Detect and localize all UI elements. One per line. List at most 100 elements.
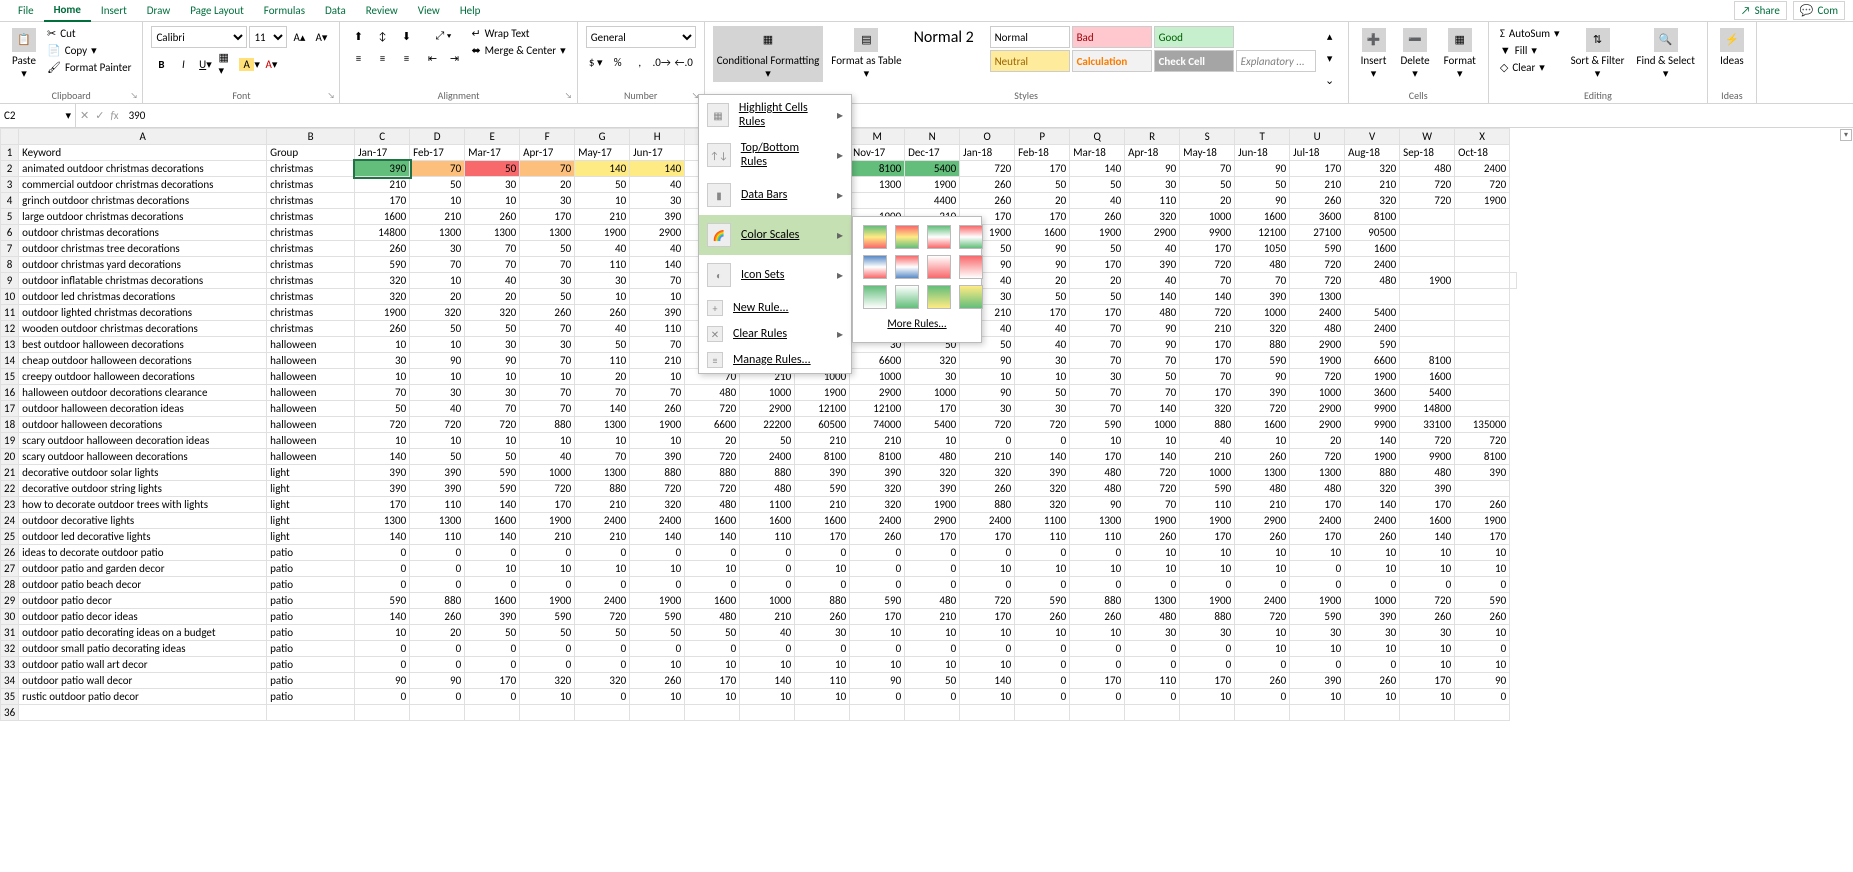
cell-G10[interactable]: 10	[575, 289, 630, 305]
row-header-30[interactable]: 30	[1, 609, 19, 625]
cell-E30[interactable]: 390	[465, 609, 520, 625]
cell-U28[interactable]: 0	[1290, 577, 1345, 593]
cell-T31[interactable]: 10	[1235, 625, 1290, 641]
cell-N16[interactable]: 1000	[905, 385, 960, 401]
cell-X32[interactable]: 0	[1455, 641, 1510, 657]
cell-J22[interactable]: 480	[740, 481, 795, 497]
cell-P6[interactable]: 1600	[1015, 225, 1070, 241]
cell-B7[interactable]: christmas	[267, 241, 355, 257]
cell-D15[interactable]: 10	[410, 369, 465, 385]
row-header-20[interactable]: 20	[1, 449, 19, 465]
cell-N18[interactable]: 5400	[905, 417, 960, 433]
col-header-O[interactable]: O	[960, 129, 1015, 145]
cell-R16[interactable]: 70	[1125, 385, 1180, 401]
cell-P18[interactable]: 720	[1015, 417, 1070, 433]
cell-W15[interactable]: 1600	[1400, 369, 1455, 385]
cell-A31[interactable]: outdoor patio decorating ideas on a budg…	[19, 625, 267, 641]
cell-B1[interactable]: Group▾	[267, 145, 355, 161]
cell-Q17[interactable]: 70	[1070, 401, 1125, 417]
cell-U33[interactable]: 0	[1290, 657, 1345, 673]
merge-center-button[interactable]: ⬌ Merge & Center ▾	[468, 43, 568, 58]
cell-G23[interactable]: 210	[575, 497, 630, 513]
cell-X31[interactable]: 10	[1455, 625, 1510, 641]
cell-G2[interactable]: 140	[575, 161, 630, 177]
font-size-select[interactable]: 11	[249, 26, 287, 48]
cell-G14[interactable]: 110	[575, 353, 630, 369]
cell-V27[interactable]: 10	[1345, 561, 1400, 577]
cell-S28[interactable]: 0	[1180, 577, 1235, 593]
cell-C34[interactable]: 90	[355, 673, 410, 689]
cell-F23[interactable]: 170	[520, 497, 575, 513]
cell-J35[interactable]: 10	[740, 689, 795, 705]
cell-Q15[interactable]: 30	[1070, 369, 1125, 385]
cell-B24[interactable]: light	[267, 513, 355, 529]
comma-format[interactable]: ,	[630, 52, 650, 72]
cell-B19[interactable]: halloween	[267, 433, 355, 449]
cell-B27[interactable]: patio	[267, 561, 355, 577]
cell-A1[interactable]: Keyword▾	[19, 145, 267, 161]
cell-H33[interactable]: 10	[630, 657, 685, 673]
menu-clear-rules[interactable]: ✕Clear Rules▸	[699, 321, 851, 347]
format-cells-button[interactable]: ▦Format ▾	[1440, 26, 1480, 82]
cell-P24[interactable]: 1100	[1015, 513, 1070, 529]
cell-O4[interactable]: 260	[960, 193, 1015, 209]
cell-J32[interactable]: 0	[740, 641, 795, 657]
cell-G15[interactable]: 20	[575, 369, 630, 385]
cell-C28[interactable]: 0	[355, 577, 410, 593]
cell-S26[interactable]: 10	[1180, 545, 1235, 561]
cell-S33[interactable]: 0	[1180, 657, 1235, 673]
cell-T21[interactable]: 1300	[1235, 465, 1290, 481]
cell-E32[interactable]: 0	[465, 641, 520, 657]
row-header-11[interactable]: 11	[1, 305, 19, 321]
cell-N2[interactable]: 5400	[905, 161, 960, 177]
cell-R32[interactable]: 0	[1125, 641, 1180, 657]
cell-P19[interactable]: 0	[1015, 433, 1070, 449]
style-normal2[interactable]: Normal 2	[910, 26, 986, 48]
cell-E8[interactable]: 70	[465, 257, 520, 273]
cell-S25[interactable]: 170	[1180, 529, 1235, 545]
cell-F1[interactable]: Apr-17▾	[520, 145, 575, 161]
cell-Q23[interactable]: 90	[1070, 497, 1125, 513]
cell-F11[interactable]: 260	[520, 305, 575, 321]
cell-B28[interactable]: patio	[267, 577, 355, 593]
cell-A8[interactable]: outdoor christmas yard decorations	[19, 257, 267, 273]
cell-M2[interactable]: 8100	[850, 161, 905, 177]
cell-T9[interactable]: 70	[1235, 273, 1290, 289]
cell-D29[interactable]: 880	[410, 593, 465, 609]
cell-J31[interactable]: 40	[740, 625, 795, 641]
color-scale-rw[interactable]	[959, 255, 983, 279]
cell-X9[interactable]	[1455, 273, 1510, 289]
cell-L23[interactable]: 210	[795, 497, 850, 513]
cell-D8[interactable]: 70	[410, 257, 465, 273]
cell-N34[interactable]: 50	[905, 673, 960, 689]
cell-P9[interactable]: 20	[1015, 273, 1070, 289]
menu-manage-rules[interactable]: ≡Manage Rules...	[699, 347, 851, 373]
cell-T35[interactable]: 0	[1235, 689, 1290, 705]
cell-M30[interactable]: 170	[850, 609, 905, 625]
cell-P29[interactable]: 590	[1015, 593, 1070, 609]
cell-U24[interactable]: 2400	[1290, 513, 1345, 529]
cell-E16[interactable]: 30	[465, 385, 520, 401]
cell-L33[interactable]: 10	[795, 657, 850, 673]
cell-X1[interactable]: Oct-18▾	[1455, 145, 1510, 161]
cell-E13[interactable]: 30	[465, 337, 520, 353]
cell-T1[interactable]: Jun-18▾	[1235, 145, 1290, 161]
cell-G19[interactable]: 10	[575, 433, 630, 449]
cell-R20[interactable]: 140	[1125, 449, 1180, 465]
cell-B6[interactable]: christmas	[267, 225, 355, 241]
row-header-17[interactable]: 17	[1, 401, 19, 417]
row-header-14[interactable]: 14	[1, 353, 19, 369]
cell-J18[interactable]: 22200	[740, 417, 795, 433]
cell-L35[interactable]: 10	[795, 689, 850, 705]
cell-Q20[interactable]: 170	[1070, 449, 1125, 465]
delete-cells-button[interactable]: ➖Delete ▾	[1396, 26, 1433, 82]
cell-C31[interactable]: 10	[355, 625, 410, 641]
cell-U32[interactable]: 10	[1290, 641, 1345, 657]
cell-M17[interactable]: 12100	[850, 401, 905, 417]
cell-G35[interactable]: 0	[575, 689, 630, 705]
cell-W31[interactable]: 30	[1400, 625, 1455, 641]
cell-C35[interactable]: 0	[355, 689, 410, 705]
cell-G5[interactable]: 210	[575, 209, 630, 225]
cell-X10[interactable]	[1455, 289, 1510, 305]
cell-V33[interactable]: 0	[1345, 657, 1400, 673]
